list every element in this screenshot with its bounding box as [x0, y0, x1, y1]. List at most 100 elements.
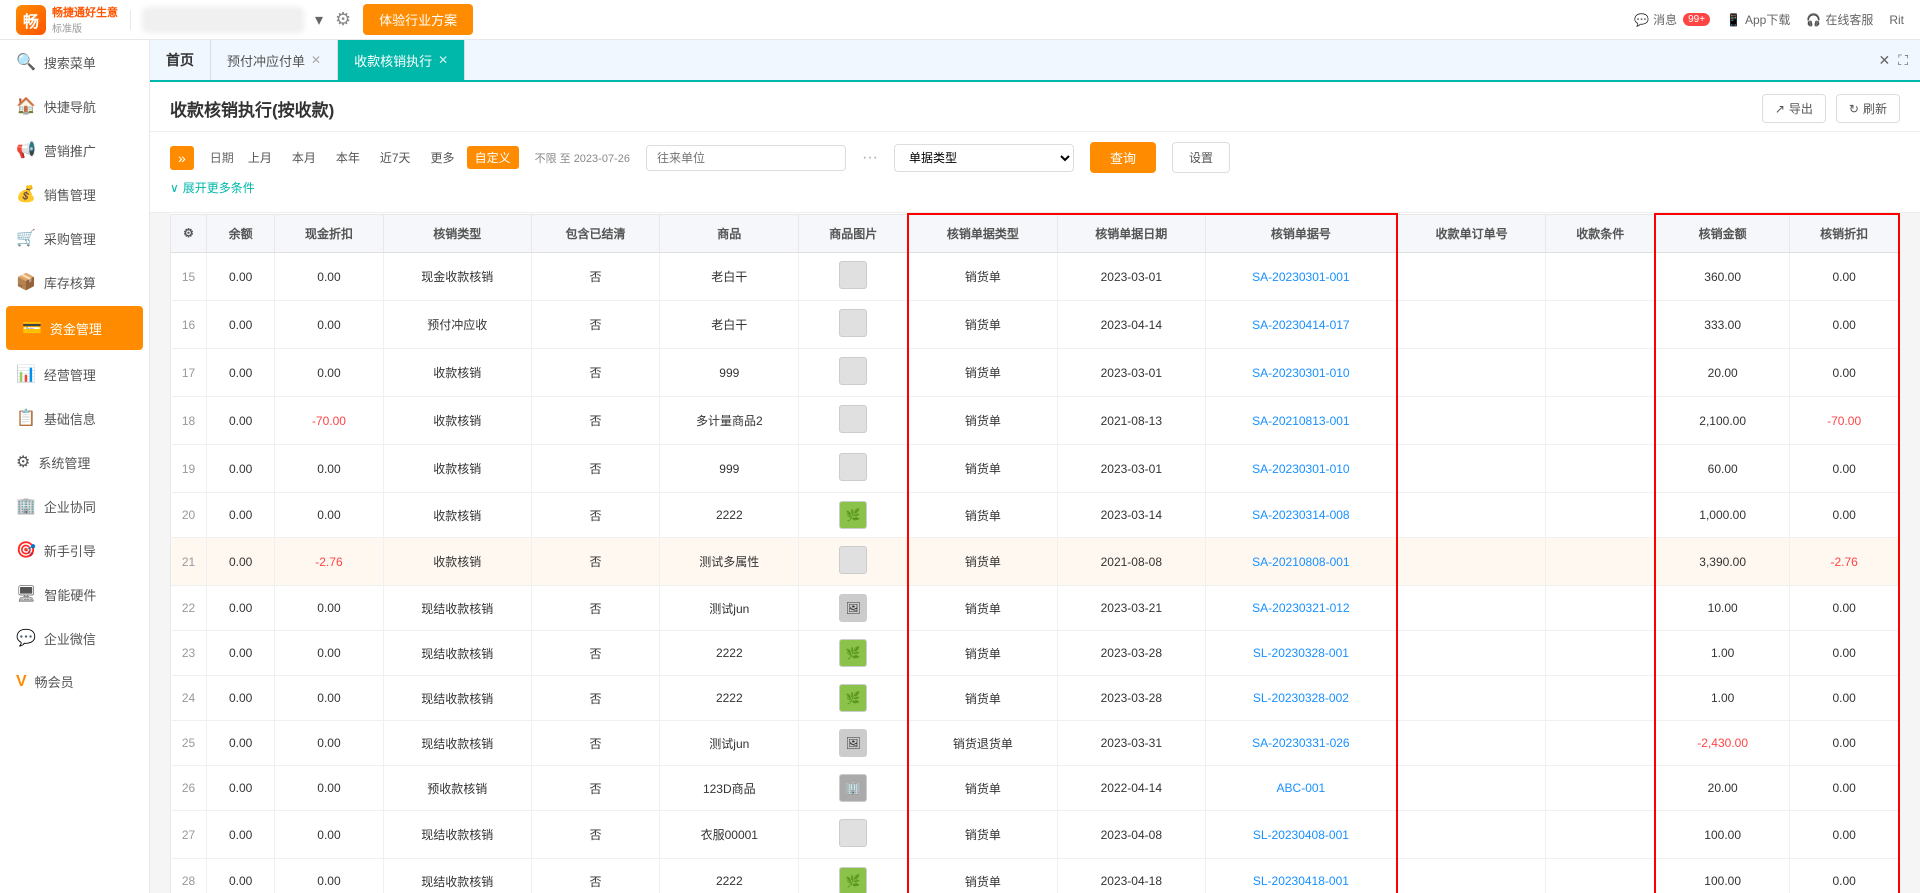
tab-home[interactable]: 首页	[150, 40, 211, 80]
sidebar-item-wechat[interactable]: 💬 企业微信	[0, 616, 149, 660]
cell-product: 多计量商品2	[660, 397, 799, 445]
cell-product: 衣服00001	[660, 811, 799, 859]
query-button[interactable]: 查询	[1090, 142, 1156, 173]
date-btn-custom[interactable]: 自定义	[467, 146, 519, 169]
cell-cancel-doc-no: SA-20230301-010	[1205, 445, 1396, 493]
cell-cancel-doc-no: SL-20230408-001	[1205, 811, 1396, 859]
cancel-doc-link[interactable]: SA-20230331-026	[1252, 736, 1349, 750]
sidebar-item-hardware[interactable]: 🖥 智能硬件	[0, 572, 149, 616]
cell-cancel-type: 现结收款核销	[383, 586, 531, 631]
sidebar: 🔍 搜索菜单 🏠 快捷导航 📢 营销推广 💰 销售管理 🛒 采购管理 📦 库存核…	[0, 40, 150, 893]
sidebar-item-search[interactable]: 🔍 搜索菜单	[0, 40, 149, 84]
cancel-doc-link[interactable]: SA-20230314-008	[1252, 508, 1349, 522]
cell-product: 999	[660, 349, 799, 397]
col-header-icon[interactable]: ⚙	[171, 214, 207, 253]
cancel-doc-link[interactable]: SA-20230321-012	[1252, 601, 1349, 615]
cell-cancel-type: 收款核销	[383, 538, 531, 586]
sidebar-item-system[interactable]: ⚙ 系统管理	[0, 440, 149, 484]
sidebar-item-basic[interactable]: 📋 基础信息	[0, 396, 149, 440]
cancel-doc-link[interactable]: SA-20230301-001	[1252, 270, 1349, 284]
cancel-doc-link[interactable]: SL-20230328-002	[1253, 691, 1349, 705]
search-input[interactable]	[143, 8, 303, 32]
date-btn-more[interactable]: 更多	[423, 146, 463, 169]
sidebar-item-purchase[interactable]: 🛒 采购管理	[0, 216, 149, 260]
tab-close-button[interactable]: ✕	[1878, 52, 1890, 69]
setting-button[interactable]: 设置	[1172, 142, 1230, 173]
refresh-button[interactable]: ↻ 刷新	[1836, 94, 1900, 123]
user-item[interactable]: Rit	[1889, 13, 1904, 27]
cell-cancel-discount: 0.00	[1790, 253, 1899, 301]
date-btn-this-year[interactable]: 本年	[328, 146, 368, 169]
expand-more[interactable]: ∨ 展开更多条件	[170, 173, 1900, 202]
product-thumbnail: 🏢	[839, 774, 867, 802]
cell-receipt-condition	[1546, 538, 1655, 586]
sidebar-item-enterprise[interactable]: 🏢 企业协同	[0, 484, 149, 528]
tab-prepay[interactable]: 预付冲应付单 ✕	[211, 40, 338, 80]
cell-product: 2222	[660, 859, 799, 893]
cancel-doc-link[interactable]: SL-20230408-001	[1253, 828, 1349, 842]
sidebar-item-nav[interactable]: 🏠 快捷导航	[0, 84, 149, 128]
export-button[interactable]: ↗ 导出	[1762, 94, 1826, 123]
cancel-doc-link[interactable]: SA-20210813-001	[1252, 414, 1349, 428]
cell-receipt-condition	[1546, 301, 1655, 349]
settings-col-icon[interactable]: ⚙	[183, 226, 194, 240]
sidebar-item-sales[interactable]: 💰 销售管理	[0, 172, 149, 216]
product-thumbnail: 🖼	[839, 729, 867, 757]
cell-cancel-doc-type: 销货单	[908, 301, 1057, 349]
cancel-doc-link[interactable]: SA-20210808-001	[1252, 555, 1349, 569]
settings-icon[interactable]: ⚙	[335, 9, 351, 30]
dropdown-icon[interactable]: ▾	[315, 10, 323, 30]
sidebar-item-funds[interactable]: 💳 资金管理	[6, 306, 143, 350]
sidebar-item-guide[interactable]: 🎯 新手引导	[0, 528, 149, 572]
cell-rownum: 21	[171, 538, 207, 586]
divider	[130, 10, 131, 30]
messages-item[interactable]: 💬 消息 99+	[1634, 11, 1710, 28]
table-header-row: ⚙ 余额 现金折扣 核销类型 包含已结清 商品 商品图片 核销单据类型 核销单据…	[171, 214, 1900, 253]
solution-button[interactable]: 体验行业方案	[363, 4, 473, 35]
cell-rownum: 25	[171, 721, 207, 766]
sidebar-item-inventory[interactable]: 📦 库存核算	[0, 260, 149, 304]
cell-receipt-order-no	[1397, 253, 1546, 301]
guide-icon: 🎯	[16, 540, 36, 560]
tab-close-prepay[interactable]: ✕	[311, 53, 321, 67]
cancel-doc-link[interactable]: SA-20230301-010	[1252, 366, 1349, 380]
sidebar-item-business[interactable]: 📊 经营管理	[0, 352, 149, 396]
cell-cancel-discount: -70.00	[1790, 397, 1899, 445]
cancel-doc-link[interactable]: ABC-001	[1277, 781, 1326, 795]
cell-product-img: 🌿	[799, 676, 908, 721]
date-btn-7days[interactable]: 近7天	[372, 146, 419, 169]
cell-cancel-amount: 1.00	[1655, 676, 1790, 721]
user-label: Rit	[1889, 13, 1904, 27]
online-service-item[interactable]: 🎧 在线客服	[1806, 11, 1873, 28]
cell-cancel-doc-date: 2023-04-14	[1057, 301, 1205, 349]
product-thumbnail	[839, 546, 867, 574]
cell-receipt-condition	[1546, 766, 1655, 811]
cell-cash-discount: 0.00	[275, 676, 383, 721]
cell-receipt-order-no	[1397, 397, 1546, 445]
sidebar-item-marketing[interactable]: 📢 营销推广	[0, 128, 149, 172]
cell-receipt-order-no	[1397, 631, 1546, 676]
date-filter: 日期 上月 本月 本年 近7天 更多 自定义	[210, 146, 519, 169]
table-row: 16 0.00 0.00 预付冲应收 否 老白干 销货单 2023-04-14 …	[171, 301, 1900, 349]
app-download-item[interactable]: 📱 App下载	[1726, 11, 1790, 28]
cell-cancel-amount: 60.00	[1655, 445, 1790, 493]
cancel-doc-link[interactable]: SL-20230328-001	[1253, 646, 1349, 660]
cell-cash-discount: 0.00	[275, 586, 383, 631]
tab-cancel[interactable]: 收款核销执行 ✕	[338, 40, 465, 80]
doc-type-select[interactable]: 单据类型	[894, 144, 1074, 172]
filter-expand-btn[interactable]: »	[170, 146, 194, 170]
cancel-doc-link[interactable]: SA-20230414-017	[1252, 318, 1349, 332]
table-container[interactable]: ⚙ 余额 现金折扣 核销类型 包含已结清 商品 商品图片 核销单据类型 核销单据…	[150, 213, 1920, 893]
partner-input[interactable]	[646, 145, 846, 171]
cancel-doc-link[interactable]: SL-20230418-001	[1253, 874, 1349, 888]
sidebar-item-member[interactable]: V 畅会员	[0, 660, 149, 703]
tab-close-cancel[interactable]: ✕	[438, 53, 448, 67]
tab-maximize-button[interactable]: ⛶	[1898, 52, 1908, 69]
col-header-include-settled: 包含已结清	[531, 214, 659, 253]
cancel-doc-link[interactable]: SA-20230301-010	[1252, 462, 1349, 476]
date-btn-last-month[interactable]: 上月	[240, 146, 280, 169]
date-btn-this-month[interactable]: 本月	[284, 146, 324, 169]
cell-cash-discount: 0.00	[275, 811, 383, 859]
export-icon: ↗	[1775, 102, 1785, 116]
cell-product-img	[799, 253, 908, 301]
